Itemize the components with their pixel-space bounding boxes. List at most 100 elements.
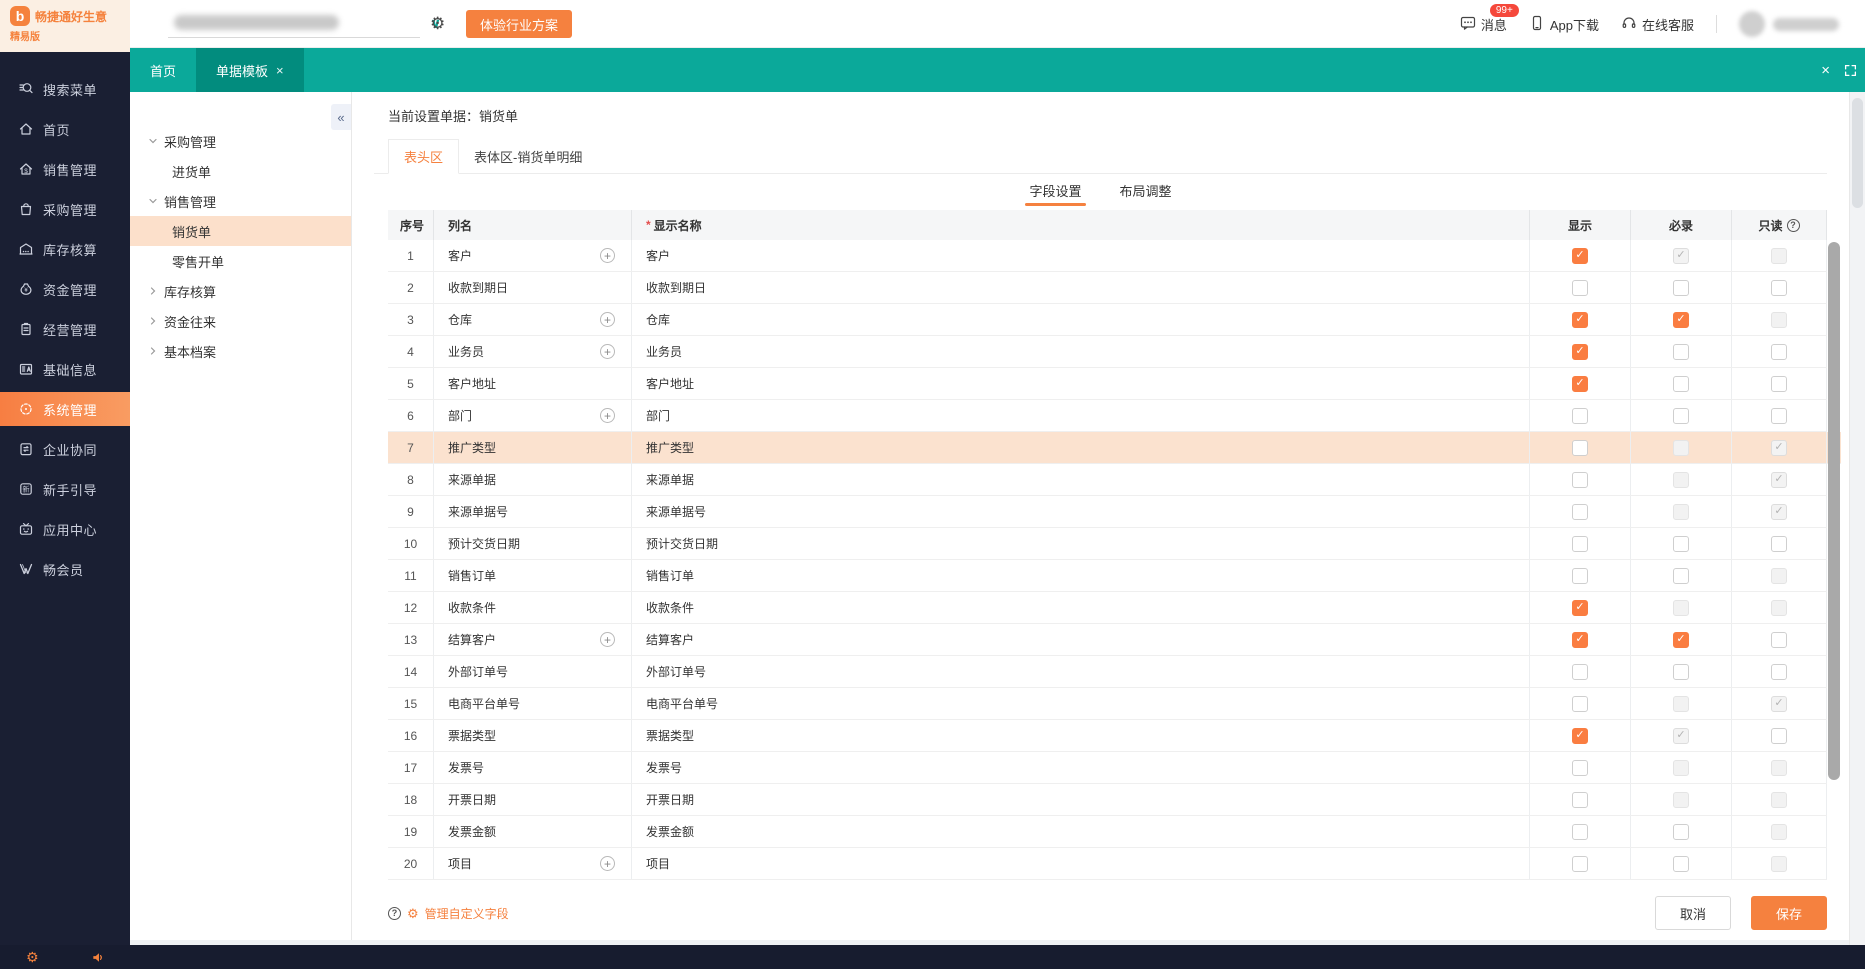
readonly-checkbox-unchecked[interactable]: ✓ bbox=[1771, 663, 1787, 680]
field-row-外部订单号[interactable]: 14外部订单号外部订单号✓✓✓ bbox=[388, 656, 1827, 688]
sidebar-item-sales[interactable]: $ 销售管理 bbox=[0, 152, 130, 186]
readonly-checkbox-unchecked[interactable]: ✓ bbox=[1771, 279, 1787, 296]
sidebar-item-purchase[interactable]: 采购管理 bbox=[0, 192, 130, 226]
field-row-部门[interactable]: 6部门+部门 ✓ ✓ ✓ bbox=[388, 400, 1827, 432]
show-checkbox-checked[interactable]: ✓ bbox=[1572, 247, 1588, 264]
messages-button[interactable]: 消息 99+ bbox=[1460, 3, 1519, 34]
chevron-right-icon[interactable] bbox=[148, 316, 158, 326]
save-button[interactable]: 保存 bbox=[1750, 896, 1827, 930]
app-download-button[interactable]: App下载 bbox=[1529, 15, 1599, 34]
show-checkbox-unchecked[interactable]: ✓ bbox=[1572, 535, 1588, 552]
field-row-票据类型[interactable]: 16票据类型票据类型✓✓✓ bbox=[388, 720, 1827, 752]
tree-group-基本档案[interactable]: 基本档案 bbox=[130, 336, 351, 366]
chevron-right-icon[interactable] bbox=[148, 346, 158, 356]
custom-fields-help-icon[interactable]: ? bbox=[388, 906, 401, 920]
show-checkbox-unchecked[interactable]: ✓ bbox=[1572, 439, 1588, 456]
table-scrollbar-thumb[interactable] bbox=[1828, 242, 1840, 780]
tree-item-销货单[interactable]: 销货单 bbox=[130, 216, 351, 246]
show-checkbox-unchecked[interactable]: ✓ bbox=[1572, 567, 1588, 584]
show-checkbox-unchecked[interactable]: ✓ bbox=[1572, 823, 1588, 840]
required-checkbox-unchecked[interactable]: ✓ bbox=[1673, 343, 1689, 360]
sidebar-item-inventory[interactable]: 库存核算 bbox=[0, 232, 130, 266]
manage-custom-fields-link[interactable]: 管理自定义字段 bbox=[425, 905, 509, 922]
announcement-speaker-icon[interactable] bbox=[91, 950, 106, 965]
close-all-tabs-icon[interactable]: × bbox=[1821, 62, 1830, 79]
required-checkbox-unchecked[interactable]: ✓ bbox=[1673, 535, 1689, 552]
field-row-来源单据[interactable]: 8来源单据来源单据✓✓✓ bbox=[388, 464, 1827, 496]
field-row-预计交货日期[interactable]: 10预计交货日期预计交货日期✓✓✓ bbox=[388, 528, 1827, 560]
sidebar-item-collaboration[interactable]: 企业协同 bbox=[0, 432, 130, 466]
sidebar-item-guide[interactable]: 新 新手引导 bbox=[0, 472, 130, 506]
field-row-来源单据号[interactable]: 9来源单据号来源单据号✓✓✓ bbox=[388, 496, 1827, 528]
required-checkbox-unchecked[interactable]: ✓ bbox=[1673, 375, 1689, 392]
sidebar-item-base-info[interactable]: 基础信息 bbox=[0, 352, 130, 386]
region-tab-表头区[interactable]: 表头区 bbox=[388, 139, 460, 174]
sidebar-item-funds[interactable]: ¥ 资金管理 bbox=[0, 272, 130, 306]
readonly-checkbox-unchecked[interactable]: ✓ bbox=[1771, 631, 1787, 648]
subtab-布局调整[interactable]: 布局调整 bbox=[1118, 177, 1174, 204]
field-row-客户[interactable]: 1客户+客户 ✓ ✓ ✓ bbox=[388, 240, 1827, 272]
chevron-right-icon[interactable] bbox=[148, 286, 158, 296]
show-checkbox-unchecked[interactable]: ✓ bbox=[1572, 503, 1588, 520]
readonly-checkbox-unchecked[interactable]: ✓ bbox=[1771, 343, 1787, 360]
close-tab-icon[interactable]: × bbox=[276, 63, 284, 78]
region-tab-表体区-销货单明细[interactable]: 表体区-销货单明细 bbox=[459, 140, 597, 173]
page-tab-首页[interactable]: 首页 bbox=[130, 48, 196, 92]
experience-plan-button[interactable]: 体验行业方案 bbox=[466, 10, 573, 38]
readonly-checkbox-unchecked[interactable]: ✓ bbox=[1771, 407, 1787, 424]
field-row-销售订单[interactable]: 11销售订单销售订单✓✓✓ bbox=[388, 560, 1827, 592]
sidebar-item-system[interactable]: 系统管理 bbox=[0, 392, 130, 426]
page-scrollbar-thumb[interactable] bbox=[1852, 98, 1863, 208]
field-row-开票日期[interactable]: 18开票日期开票日期✓✓✓ bbox=[388, 784, 1827, 816]
bottom-gear-icon[interactable]: ⚙ bbox=[26, 950, 39, 964]
sidebar-item-operations[interactable]: 经营管理 bbox=[0, 312, 130, 346]
collapse-panel-button[interactable]: « bbox=[331, 104, 351, 130]
required-checkbox-unchecked[interactable]: ✓ bbox=[1673, 407, 1689, 424]
sidebar-item-app-center[interactable]: 应用中心 bbox=[0, 512, 130, 546]
add-field-button[interactable]: + bbox=[600, 632, 615, 647]
field-row-发票号[interactable]: 17发票号发票号✓✓✓ bbox=[388, 752, 1827, 784]
field-row-结算客户[interactable]: 13结算客户+结算客户 ✓ ✓ ✓ bbox=[388, 624, 1827, 656]
add-field-button[interactable]: + bbox=[600, 312, 615, 327]
field-row-收款条件[interactable]: 12收款条件收款条件✓✓✓ bbox=[388, 592, 1827, 624]
cancel-button[interactable]: 取消 bbox=[1654, 896, 1731, 930]
show-checkbox-checked[interactable]: ✓ bbox=[1572, 311, 1588, 328]
add-field-button[interactable]: + bbox=[600, 248, 615, 263]
show-checkbox-checked[interactable]: ✓ bbox=[1572, 343, 1588, 360]
customer-service-button[interactable]: 在线客服 bbox=[1621, 15, 1694, 34]
required-checkbox-unchecked[interactable]: ✓ bbox=[1673, 823, 1689, 840]
page-tab-单据模板[interactable]: 单据模板 × bbox=[196, 48, 304, 92]
field-row-电商平台单号[interactable]: 15电商平台单号电商平台单号✓✓✓ bbox=[388, 688, 1827, 720]
tree-item-进货单[interactable]: 进货单 bbox=[130, 156, 351, 186]
tree-group-资金往来[interactable]: 资金往来 bbox=[130, 306, 351, 336]
show-checkbox-unchecked[interactable]: ✓ bbox=[1572, 279, 1588, 296]
tree-item-零售开单[interactable]: 零售开单 bbox=[130, 246, 351, 276]
show-checkbox-unchecked[interactable]: ✓ bbox=[1572, 759, 1588, 776]
required-checkbox-checked[interactable]: ✓ bbox=[1673, 311, 1689, 328]
readonly-checkbox-unchecked[interactable]: ✓ bbox=[1771, 375, 1787, 392]
show-checkbox-checked[interactable]: ✓ bbox=[1572, 599, 1588, 616]
field-row-仓库[interactable]: 3仓库+仓库 ✓ ✓ ✓ bbox=[388, 304, 1827, 336]
show-checkbox-unchecked[interactable]: ✓ bbox=[1572, 695, 1588, 712]
readonly-help-icon[interactable]: ? bbox=[1786, 218, 1800, 232]
tree-group-采购管理[interactable]: 采购管理 bbox=[130, 126, 351, 156]
readonly-checkbox-unchecked[interactable]: ✓ bbox=[1771, 535, 1787, 552]
fullscreen-icon[interactable] bbox=[1844, 64, 1857, 77]
chevron-down-icon[interactable] bbox=[148, 136, 158, 146]
required-checkbox-unchecked[interactable]: ✓ bbox=[1673, 855, 1689, 872]
sidebar-item-home[interactable]: 首页 bbox=[0, 112, 130, 146]
field-row-客户地址[interactable]: 5客户地址客户地址✓✓✓ bbox=[388, 368, 1827, 400]
add-field-button[interactable]: + bbox=[600, 408, 615, 423]
user-account-button[interactable] bbox=[1739, 11, 1839, 37]
show-checkbox-checked[interactable]: ✓ bbox=[1572, 631, 1588, 648]
required-checkbox-unchecked[interactable]: ✓ bbox=[1673, 279, 1689, 296]
add-field-button[interactable]: + bbox=[600, 344, 615, 359]
field-row-项目[interactable]: 20项目+项目 ✓ ✓ ✓ bbox=[388, 848, 1827, 880]
sidebar-item-search-menu[interactable]: 搜索菜单 bbox=[0, 72, 130, 106]
show-checkbox-unchecked[interactable]: ✓ bbox=[1572, 663, 1588, 680]
required-checkbox-unchecked[interactable]: ✓ bbox=[1673, 663, 1689, 680]
field-row-推广类型[interactable]: 7推广类型推广类型✓✓✓ bbox=[388, 432, 1841, 464]
page-scrollbar[interactable] bbox=[1849, 92, 1865, 945]
sidebar-item-member[interactable]: 畅会员 bbox=[0, 552, 130, 586]
tree-group-库存核算[interactable]: 库存核算 bbox=[130, 276, 351, 306]
